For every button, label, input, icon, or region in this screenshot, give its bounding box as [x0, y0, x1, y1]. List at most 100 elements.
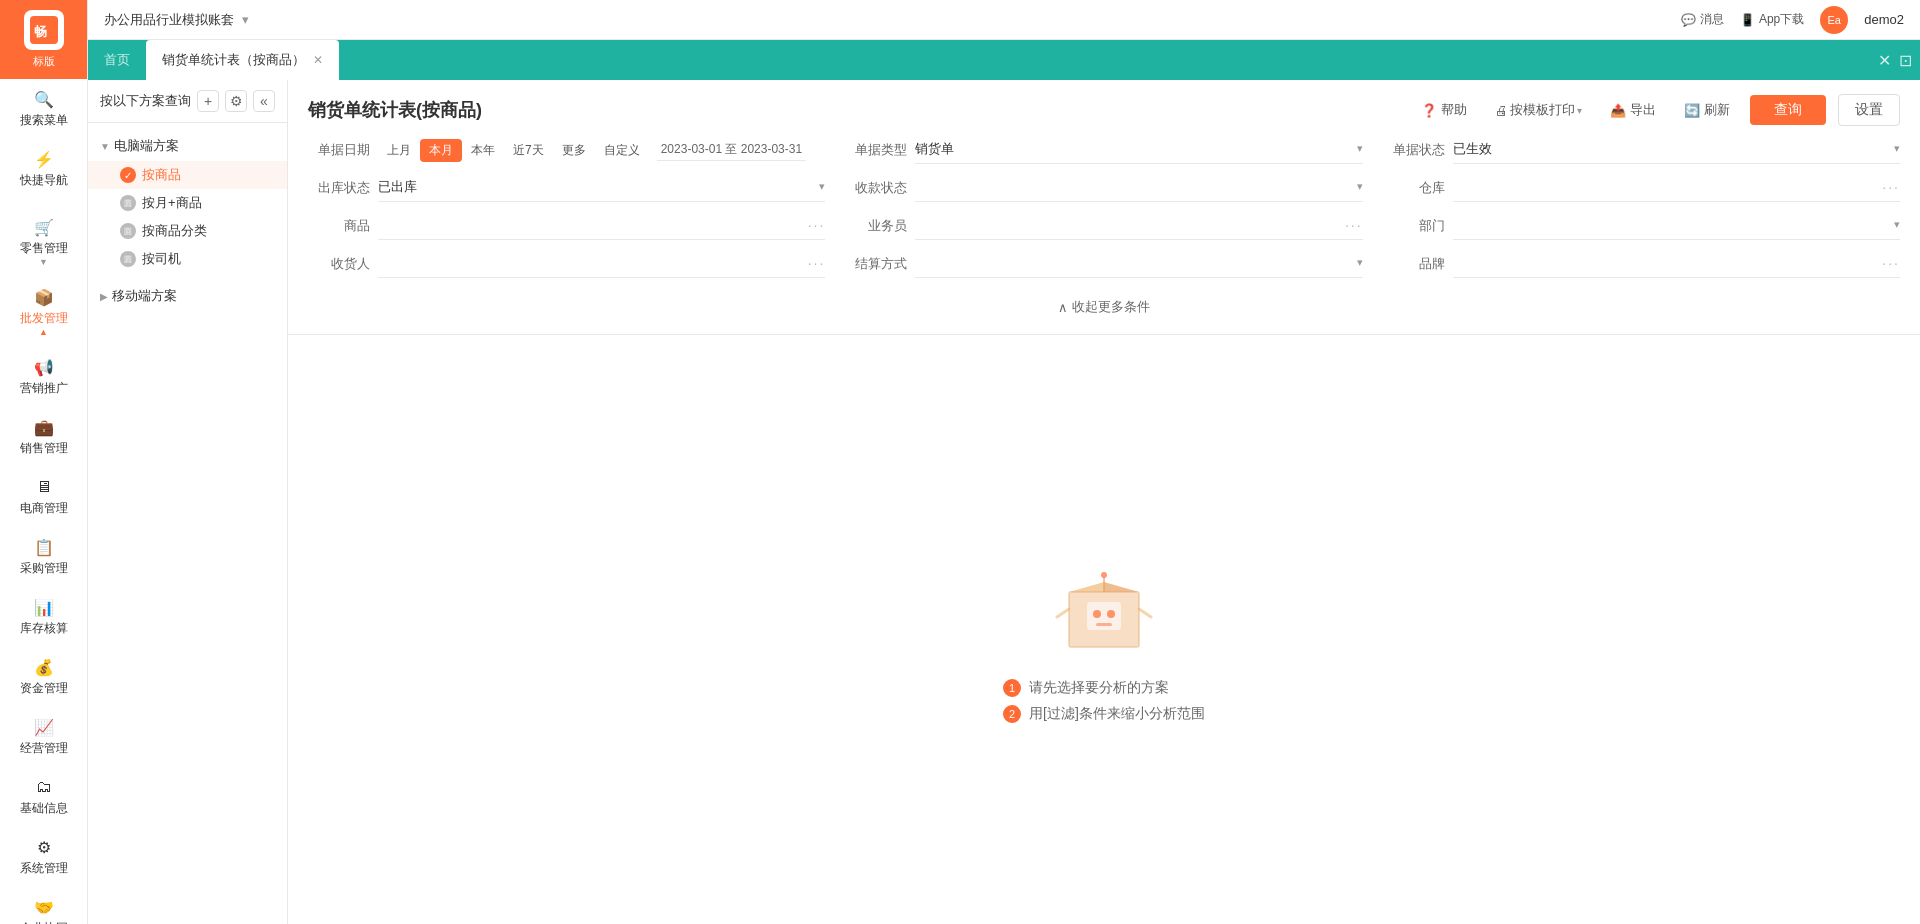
query-button[interactable]: 查询 — [1750, 95, 1826, 125]
sidebar-item-sales[interactable]: 💼 销售管理 — [0, 407, 87, 467]
date-pill-last-month[interactable]: 上月 — [378, 139, 420, 162]
sidebar-item-label: 批发管理 — [20, 310, 68, 327]
brand-control[interactable]: ··· — [1453, 250, 1900, 278]
sidebar-item-marketing[interactable]: 📢 营销推广 — [0, 347, 87, 407]
sidebar-item-finance[interactable]: 💰 资金管理 — [0, 647, 87, 707]
date-filter-label: 单据日期 — [308, 141, 378, 159]
out-status-control[interactable]: 已出库 ▾ — [378, 174, 825, 202]
export-btn[interactable]: 📤 导出 — [1602, 97, 1664, 123]
restore-btn[interactable]: ⊡ — [1899, 51, 1912, 70]
goods-dots: ··· — [808, 217, 826, 233]
left-panel-title: 按以下方案查询 — [100, 92, 191, 110]
scheme-settings-btn[interactable]: ⚙ — [225, 90, 247, 112]
empty-step-1: 1 请先选择要分析的方案 — [1003, 679, 1205, 697]
user-avatar[interactable]: Ea — [1820, 6, 1848, 34]
scheme-icon-category: 圆 — [120, 223, 136, 239]
receive-status-arrow: ▾ — [1357, 180, 1363, 193]
user-name[interactable]: demo2 — [1864, 12, 1904, 27]
sidebar-item-label: 销售管理 — [20, 440, 68, 457]
sidebar-item-ops[interactable]: 📈 经营管理 — [0, 707, 87, 767]
date-pill-custom[interactable]: 自定义 — [595, 139, 649, 162]
dept-filter-cell: 部门 ▾ — [1383, 212, 1900, 240]
payment-control[interactable]: ▾ — [915, 250, 1362, 278]
brand-dots: ··· — [1882, 255, 1900, 271]
template-print-btn[interactable]: 🖨 按模板打印 ▾ — [1487, 97, 1590, 123]
sidebar-item-quicknav[interactable]: ⚡ 快捷导航 — [0, 139, 87, 199]
dept-control[interactable]: ▾ — [1453, 212, 1900, 240]
step-1-text: 请先选择要分析的方案 — [1029, 679, 1169, 697]
svg-point-8 — [1107, 610, 1115, 618]
sidebar-item-system[interactable]: ⚙ 系统管理 — [0, 827, 87, 887]
close-all-btn[interactable]: ✕ — [1878, 51, 1891, 70]
date-pill-this-year[interactable]: 本年 — [462, 139, 504, 162]
tab-sales-report-label: 销货单统计表（按商品） — [162, 51, 305, 69]
goods-control[interactable]: ··· — [378, 212, 825, 240]
scheme-icon-monthly: 圆 — [120, 195, 136, 211]
date-pill-this-month[interactable]: 本月 — [420, 139, 462, 162]
sidebar-item-ecommerce[interactable]: 🖥 电商管理 — [0, 467, 87, 527]
tree-item-by-category[interactable]: 圆 按商品分类 — [88, 217, 287, 245]
app-download-action[interactable]: 📱 App下载 — [1740, 11, 1804, 28]
date-filter-control: 上月 本月 本年 近7天 更多 自定义 2023-03-01 至 2023-03… — [378, 139, 825, 162]
tree-item-by-driver[interactable]: 圆 按司机 — [88, 245, 287, 273]
salesperson-control[interactable]: ··· — [915, 212, 1362, 240]
dept-arrow: ▾ — [1894, 218, 1900, 231]
refresh-btn[interactable]: 🔄 刷新 — [1676, 97, 1738, 123]
doc-type-arrow: ▾ — [1357, 142, 1363, 155]
page-title: 销货单统计表(按商品) — [308, 98, 482, 122]
collapse-section: ∧ 收起更多条件 — [308, 288, 1900, 320]
sidebar-item-retail[interactable]: 🛒 零售管理 ▼ — [0, 207, 87, 277]
collapse-panel-btn[interactable]: « — [253, 90, 275, 112]
svg-marker-3 — [1069, 582, 1104, 592]
warehouse-control[interactable]: ··· — [1453, 174, 1900, 202]
doc-status-control[interactable]: 已生效 ▾ — [1453, 136, 1900, 164]
brand-label: 品牌 — [1383, 255, 1453, 273]
add-scheme-btn[interactable]: + — [197, 90, 219, 112]
print-icon: 🖨 — [1495, 103, 1508, 118]
tab-close-btn[interactable]: ✕ — [313, 54, 323, 66]
print-dropdown-arrow[interactable]: ▾ — [1577, 105, 1582, 116]
tree-item-by-goods[interactable]: ✓ 按商品 — [88, 161, 287, 189]
dropdown-arrow[interactable]: ▾ — [242, 12, 249, 27]
collapse-more-btn[interactable]: ∧ 收起更多条件 — [1046, 294, 1162, 320]
sidebar-item-purchase[interactable]: 📋 采购管理 — [0, 527, 87, 587]
doc-status-arrow: ▾ — [1894, 142, 1900, 155]
svg-point-11 — [1101, 572, 1107, 578]
receiver-control[interactable]: ··· — [378, 250, 825, 278]
sidebar-item-inventory[interactable]: 📊 库存核算 — [0, 587, 87, 647]
receiver-filter-cell: 收货人 ··· — [308, 250, 825, 278]
step-num-1: 1 — [1003, 679, 1021, 697]
tree-mobile[interactable]: ▶ 移动端方案 — [88, 281, 287, 311]
date-pill-7days[interactable]: 近7天 — [504, 139, 553, 162]
sidebar-item-label: 采购管理 — [20, 560, 68, 577]
doc-type-control[interactable]: 销货单 ▾ — [915, 136, 1362, 164]
salesperson-filter-cell: 业务员 ··· — [845, 212, 1362, 240]
out-status-filter-cell: 出库状态 已出库 ▾ — [308, 174, 825, 202]
tree-item-by-month-goods[interactable]: 圆 按月+商品 — [88, 189, 287, 217]
page-body: 按以下方案查询 + ⚙ « ▼ 电脑端方案 ✓ 按商品 圆 按月+ — [88, 80, 1920, 924]
sidebar-item-base[interactable]: 🗂 基础信息 — [0, 767, 87, 827]
receive-status-control[interactable]: ▾ — [915, 174, 1362, 202]
sidebar-item-enterprise[interactable]: 🤝 企业协同 — [0, 887, 87, 924]
search-icon: 🔍 — [34, 89, 54, 109]
tree-desktop[interactable]: ▼ 电脑端方案 — [88, 131, 287, 161]
sidebar-logo[interactable]: 畅 标版 — [0, 0, 87, 79]
sidebar-item-wholesale[interactable]: 📦 批发管理 ▲ — [0, 277, 87, 347]
warehouse-dots: ··· — [1882, 179, 1900, 195]
finance-icon: 💰 — [34, 657, 54, 677]
tab-home[interactable]: 首页 — [88, 40, 146, 80]
doc-type-value: 销货单 — [915, 140, 954, 158]
help-btn[interactable]: ❓ 帮助 — [1413, 97, 1475, 123]
date-pill-more[interactable]: 更多 — [553, 139, 595, 162]
sidebar-logo-text: 标版 — [33, 54, 55, 69]
salesperson-label: 业务员 — [845, 217, 915, 235]
tree-desktop-label: 电脑端方案 — [114, 137, 179, 155]
sidebar-item-search[interactable]: 🔍 搜索菜单 — [0, 79, 87, 139]
date-range-display[interactable]: 2023-03-01 至 2023-03-31 — [657, 139, 806, 161]
top-header: 办公用品行业模拟账套 ▾ 💬 消息 📱 App下载 Ea demo2 — [88, 0, 1920, 40]
tab-sales-report[interactable]: 销货单统计表（按商品） ✕ — [146, 40, 339, 80]
empty-steps: 1 请先选择要分析的方案 2 用[过滤]条件来缩小分析范围 — [1003, 679, 1205, 723]
settings-button[interactable]: 设置 — [1838, 94, 1900, 126]
avatar-initial: Ea — [1828, 14, 1841, 26]
message-action[interactable]: 💬 消息 — [1681, 11, 1724, 28]
